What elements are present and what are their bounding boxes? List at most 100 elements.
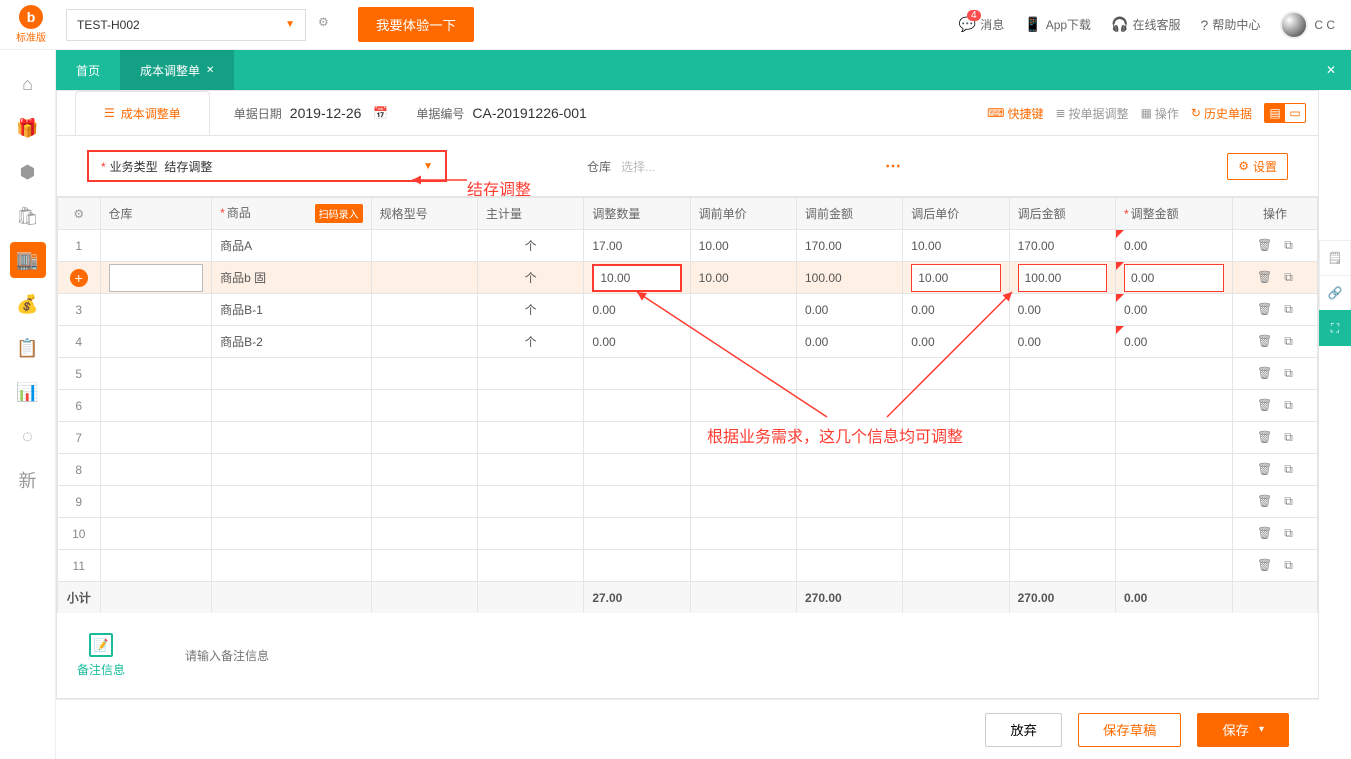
by-order-action[interactable]: ≣按单据调整 xyxy=(1055,105,1128,122)
adj-amount-input[interactable]: 0.00 xyxy=(1124,264,1224,292)
cell-spec xyxy=(371,422,477,454)
nav-clipboard-icon[interactable]: 📋 xyxy=(10,330,46,366)
view-grid-icon[interactable]: ▤ xyxy=(1265,104,1285,122)
delete-icon[interactable]: 🗑 xyxy=(1257,334,1272,349)
cell-spec xyxy=(371,390,477,422)
warehouse-input[interactable] xyxy=(109,264,204,292)
save-draft-button[interactable]: 保存草稿 xyxy=(1078,713,1181,747)
help-link[interactable]: ? 帮助中心 xyxy=(1201,16,1261,33)
doc-actions: ⌨快捷键 ≣按单据调整 ▦操作 ↻历史单据 ▤ ▭ xyxy=(975,91,1318,135)
nav-money-icon[interactable]: 💰 xyxy=(10,286,46,322)
operation-action[interactable]: ▦操作 xyxy=(1141,105,1179,122)
copy-icon[interactable]: ⧉ xyxy=(1284,526,1293,541)
link-icon[interactable]: 🔗 xyxy=(1319,275,1351,311)
copy-icon[interactable]: ⧉ xyxy=(1284,558,1293,573)
view-list-icon[interactable]: ▭ xyxy=(1285,104,1305,122)
col-product: 商品扫码录入 xyxy=(212,198,371,230)
user-menu[interactable]: C C xyxy=(1280,11,1335,39)
close-icon[interactable]: ✕ xyxy=(206,65,214,76)
save-button[interactable]: 保存▾ xyxy=(1197,713,1289,747)
table-row[interactable]: 11🗑⧉ xyxy=(58,550,1318,582)
nav-warehouse-icon[interactable]: 🏬 xyxy=(10,242,46,278)
total-post-amount: 270.00 xyxy=(1009,582,1115,614)
try-button[interactable]: 我要体验一下 xyxy=(358,7,474,42)
cell-pre-price xyxy=(690,454,796,486)
cell-post-amount xyxy=(1009,550,1115,582)
cell-adj-amount: 0.00 xyxy=(1115,294,1232,326)
tab-home[interactable]: 首页 xyxy=(56,50,120,90)
copy-icon[interactable]: ⧉ xyxy=(1284,430,1293,445)
table-row[interactable]: 1商品A个17.0010.00170.0010.00170.000.00🗑⧉ xyxy=(58,230,1318,262)
copy-icon[interactable]: ⧉ xyxy=(1284,302,1293,317)
delete-icon[interactable]: 🗑 xyxy=(1257,366,1272,381)
remarks-input[interactable] xyxy=(185,649,1298,663)
nav-new-icon[interactable]: 新 xyxy=(10,462,46,498)
copy-icon[interactable]: ⧉ xyxy=(1284,398,1293,413)
warehouse-select[interactable]: 选择... xyxy=(621,158,655,175)
copy-icon[interactable]: ⧉ xyxy=(1284,238,1293,253)
view-toggle[interactable]: ▤ ▭ xyxy=(1264,103,1306,123)
cell-product: 商品B-2 xyxy=(212,326,371,358)
history-action[interactable]: ↻历史单据 xyxy=(1191,105,1252,122)
nav-report-icon[interactable]: 📊 xyxy=(10,374,46,410)
col-settings[interactable]: ⚙ xyxy=(58,198,101,230)
add-row-icon[interactable]: + xyxy=(70,269,88,287)
delete-icon[interactable]: 🗑 xyxy=(1257,430,1272,445)
cell-unit xyxy=(477,486,583,518)
table-row[interactable]: 8🗑⧉ xyxy=(58,454,1318,486)
cell-warehouse xyxy=(100,550,212,582)
delete-icon[interactable]: 🗑 xyxy=(1257,558,1272,573)
expand-icon[interactable]: ⛶ xyxy=(1319,310,1351,346)
date-value[interactable]: 2019-12-26 xyxy=(290,105,362,121)
copy-icon[interactable]: ⧉ xyxy=(1284,334,1293,349)
delete-icon[interactable]: 🗑 xyxy=(1257,462,1272,477)
company-selector[interactable]: TEST-H002 ▼ xyxy=(66,9,306,41)
settings-button[interactable]: ⚙ 设置 xyxy=(1227,153,1288,180)
close-all-tabs[interactable]: ✕ xyxy=(1311,50,1351,90)
copy-icon[interactable]: ⧉ xyxy=(1284,462,1293,477)
shortcut-action[interactable]: ⌨快捷键 xyxy=(987,105,1043,122)
cell-operate: 🗑⧉ xyxy=(1232,358,1317,390)
calendar-icon[interactable]: 📅 xyxy=(373,106,388,120)
remarks-icon-box: 📝 备注信息 xyxy=(77,633,125,678)
messages-link[interactable]: 💬 消息 4 xyxy=(959,16,1004,33)
table-row[interactable]: 10🗑⧉ xyxy=(58,518,1318,550)
service-link[interactable]: 🎧 在线客服 xyxy=(1111,16,1180,33)
cell-product: 商品B-1 xyxy=(212,294,371,326)
delete-icon[interactable]: 🗑 xyxy=(1257,238,1272,253)
scan-button[interactable]: 扫码录入 xyxy=(315,204,363,223)
business-type-select[interactable]: *业务类型 结存调整 ▼ xyxy=(87,150,447,182)
total-adj-amount: 0.00 xyxy=(1115,582,1232,614)
copy-icon[interactable]: ⧉ xyxy=(1284,494,1293,509)
more-icon[interactable]: ⋯ xyxy=(885,156,901,176)
settings-icon[interactable]: ⚙ xyxy=(318,15,338,35)
nav-bag-icon[interactable]: 🛍 xyxy=(10,198,46,234)
cell-operate: 🗑⧉ xyxy=(1232,326,1317,358)
delete-icon[interactable]: 🗑 xyxy=(1257,398,1272,413)
copy-icon[interactable]: ⧉ xyxy=(1284,366,1293,381)
row-number: 6 xyxy=(58,390,101,422)
discard-button[interactable]: 放弃 xyxy=(985,713,1062,747)
docno-label: 单据编号 xyxy=(416,105,464,122)
delete-icon[interactable]: 🗑 xyxy=(1257,302,1272,317)
note-icon[interactable]: 🗒 xyxy=(1319,240,1351,276)
table-row[interactable]: 9🗑⧉ xyxy=(58,486,1318,518)
cell-adj-amount xyxy=(1115,422,1232,454)
nav-circle-icon[interactable]: ◌ xyxy=(10,418,46,454)
delete-icon[interactable]: 🗑 xyxy=(1257,526,1272,541)
col-adj-amount: 调整金额 xyxy=(1115,198,1232,230)
table-header-row: ⚙ 仓库 商品扫码录入 规格型号 主计量 调整数量 调前单价 调前金额 调后单价… xyxy=(58,198,1318,230)
post-amount-input[interactable]: 100.00 xyxy=(1018,264,1107,292)
nav-home-icon[interactable]: ⌂ xyxy=(10,66,46,102)
nav-house-icon[interactable]: ⬢ xyxy=(10,154,46,190)
doc-tab-label: 成本调整单 xyxy=(121,105,181,122)
copy-icon[interactable]: ⧉ xyxy=(1284,270,1293,285)
arrow-icon xyxy=(407,172,477,188)
delete-icon[interactable]: 🗑 xyxy=(1257,494,1272,509)
app-download-link[interactable]: 📱 App下载 xyxy=(1024,16,1091,33)
delete-icon[interactable]: 🗑 xyxy=(1257,270,1272,285)
tab-cost-adjust[interactable]: 成本调整单 ✕ xyxy=(120,50,234,90)
nav-gift-icon[interactable]: 🎁 xyxy=(10,110,46,146)
doc-tab[interactable]: ☰ 成本调整单 xyxy=(75,91,210,135)
cell-unit: 个 xyxy=(477,230,583,262)
